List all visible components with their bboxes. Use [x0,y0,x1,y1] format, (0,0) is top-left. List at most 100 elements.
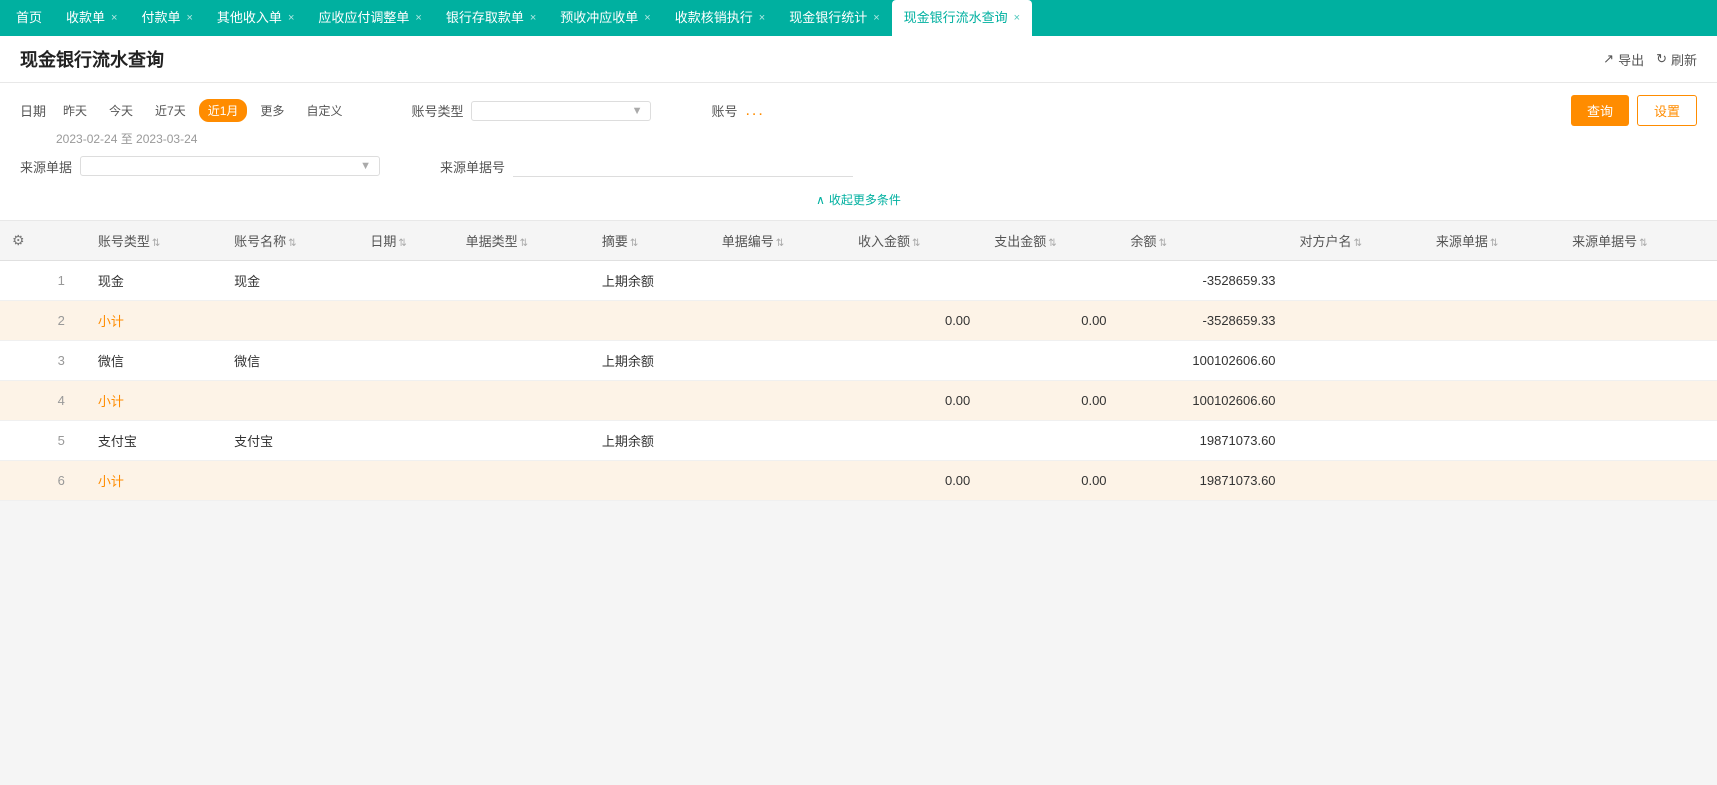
cell-summary: 上期余额 [590,341,710,381]
cell-source-doc [1424,421,1560,461]
cell-counterpart [1288,381,1424,421]
source-doc-no-input[interactable] [513,155,853,177]
cell-rownum: 2 [37,301,86,341]
close-icon[interactable]: × [873,0,879,36]
cell-doc-type [454,301,590,341]
close-icon[interactable]: × [759,0,765,36]
cell-source-doc [1424,461,1560,501]
cell-settings [0,341,37,381]
cell-account-name [222,301,358,341]
cell-source-doc-no [1560,461,1717,501]
cell-counterpart [1288,261,1424,301]
cell-expense [982,341,1118,381]
collapse-label: 收起更多条件 [829,191,901,208]
cell-balance: 100102606.60 [1119,381,1288,421]
table-row[interactable]: 4小计0.000.00100102606.60 [0,381,1717,421]
sort-icon[interactable]: ⇅ [630,238,638,249]
cell-date [358,461,453,501]
table-row[interactable]: 2小计0.000.00-3528659.33 [0,301,1717,341]
nav-bank-deposit[interactable]: 银行存取款单 × [434,0,548,36]
cell-doc-no [710,261,846,301]
account-type-filter-group: 账号类型 ▼ [411,101,651,121]
nav-home[interactable]: 首页 [4,0,54,36]
cell-source-doc [1424,381,1560,421]
gear-icon[interactable]: ⚙ [12,232,25,248]
date-btn-today[interactable]: 今天 [100,99,142,122]
col-summary: 摘要⇅ [590,221,710,261]
col-account-name: 账号名称⇅ [222,221,358,261]
sort-icon[interactable]: ⇅ [288,238,296,249]
refresh-button[interactable]: ↻ 刷新 [1656,50,1697,69]
table-row[interactable]: 6小计0.000.0019871073.60 [0,461,1717,501]
sort-icon[interactable]: ⇅ [912,238,920,249]
account-type-select[interactable]: ▼ [471,101,651,121]
table-row[interactable]: 5支付宝支付宝上期余额19871073.60 [0,421,1717,461]
cell-income [846,421,982,461]
cell-account-type: 小计 [86,461,222,501]
cell-doc-no [710,341,846,381]
collapse-bar[interactable]: ∧ 收起更多条件 [20,187,1697,208]
cell-expense: 0.00 [982,301,1118,341]
top-navigation: 首页 收款单 × 付款单 × 其他收入单 × 应收应付调整单 × 银行存取款单 … [0,0,1717,36]
sort-icon[interactable]: ⇅ [1159,238,1167,249]
cell-source-doc [1424,301,1560,341]
settings-button[interactable]: 设置 [1637,95,1697,126]
cell-doc-type [454,461,590,501]
cell-income: 0.00 [846,461,982,501]
export-button[interactable]: ↗ 导出 [1603,50,1644,69]
account-dots-button[interactable]: ... [745,102,764,120]
sort-icon[interactable]: ⇅ [152,238,160,249]
close-icon[interactable]: × [186,0,192,36]
close-icon[interactable]: × [288,0,294,36]
close-icon[interactable]: × [530,0,536,36]
nav-stats[interactable]: 现金银行统计 × [777,0,891,36]
close-icon[interactable]: × [644,0,650,36]
cell-source-doc-no [1560,261,1717,301]
source-doc-select[interactable]: ▼ [80,156,380,176]
sort-icon[interactable]: ⇅ [520,238,528,249]
cell-source-doc-no [1560,421,1717,461]
nav-other-income[interactable]: 其他收入单 × [205,0,306,36]
sort-icon[interactable]: ⇅ [1490,238,1498,249]
account-filter-group: 账号 ... [711,101,764,120]
close-icon[interactable]: × [111,0,117,36]
sort-icon[interactable]: ⇅ [1639,238,1647,249]
nav-adjustment[interactable]: 应收应付调整单 × [306,0,433,36]
cell-doc-no [710,381,846,421]
cell-counterpart [1288,421,1424,461]
close-icon[interactable]: × [415,0,421,36]
cell-doc-no [710,461,846,501]
cell-account-name [222,381,358,421]
query-button[interactable]: 查询 [1571,95,1629,126]
cell-summary [590,461,710,501]
nav-cash-flow[interactable]: 现金银行流水查询 × [892,0,1032,36]
close-icon[interactable]: × [1014,0,1020,36]
date-btn-more[interactable]: 更多 [251,99,293,122]
col-rownum [37,221,86,261]
date-btn-7days[interactable]: 近7天 [146,99,195,122]
date-btn-yesterday[interactable]: 昨天 [54,99,96,122]
cell-counterpart [1288,341,1424,381]
source-doc-no-filter-group: 来源单据号 [440,155,853,177]
cell-expense [982,421,1118,461]
cell-date [358,381,453,421]
sort-icon[interactable]: ⇅ [1354,238,1362,249]
nav-advance[interactable]: 预收冲应收单 × [548,0,662,36]
cell-doc-type [454,341,590,381]
cell-account-name: 现金 [222,261,358,301]
sort-icon[interactable]: ⇅ [776,238,784,249]
date-btn-1month[interactable]: 近1月 [199,99,248,122]
nav-receipt[interactable]: 收款单 × [54,0,129,36]
table-row[interactable]: 3微信微信上期余额100102606.60 [0,341,1717,381]
date-btn-custom[interactable]: 自定义 [297,99,351,122]
cell-income: 0.00 [846,301,982,341]
table-row[interactable]: 1现金现金上期余额-3528659.33 [0,261,1717,301]
cell-settings [0,421,37,461]
cell-account-name: 微信 [222,341,358,381]
nav-verify[interactable]: 收款核销执行 × [663,0,777,36]
sort-icon[interactable]: ⇅ [1048,238,1056,249]
cell-settings [0,261,37,301]
nav-payment[interactable]: 付款单 × [129,0,204,36]
chevron-down-icon: ▼ [632,105,643,117]
sort-icon[interactable]: ⇅ [398,238,406,249]
